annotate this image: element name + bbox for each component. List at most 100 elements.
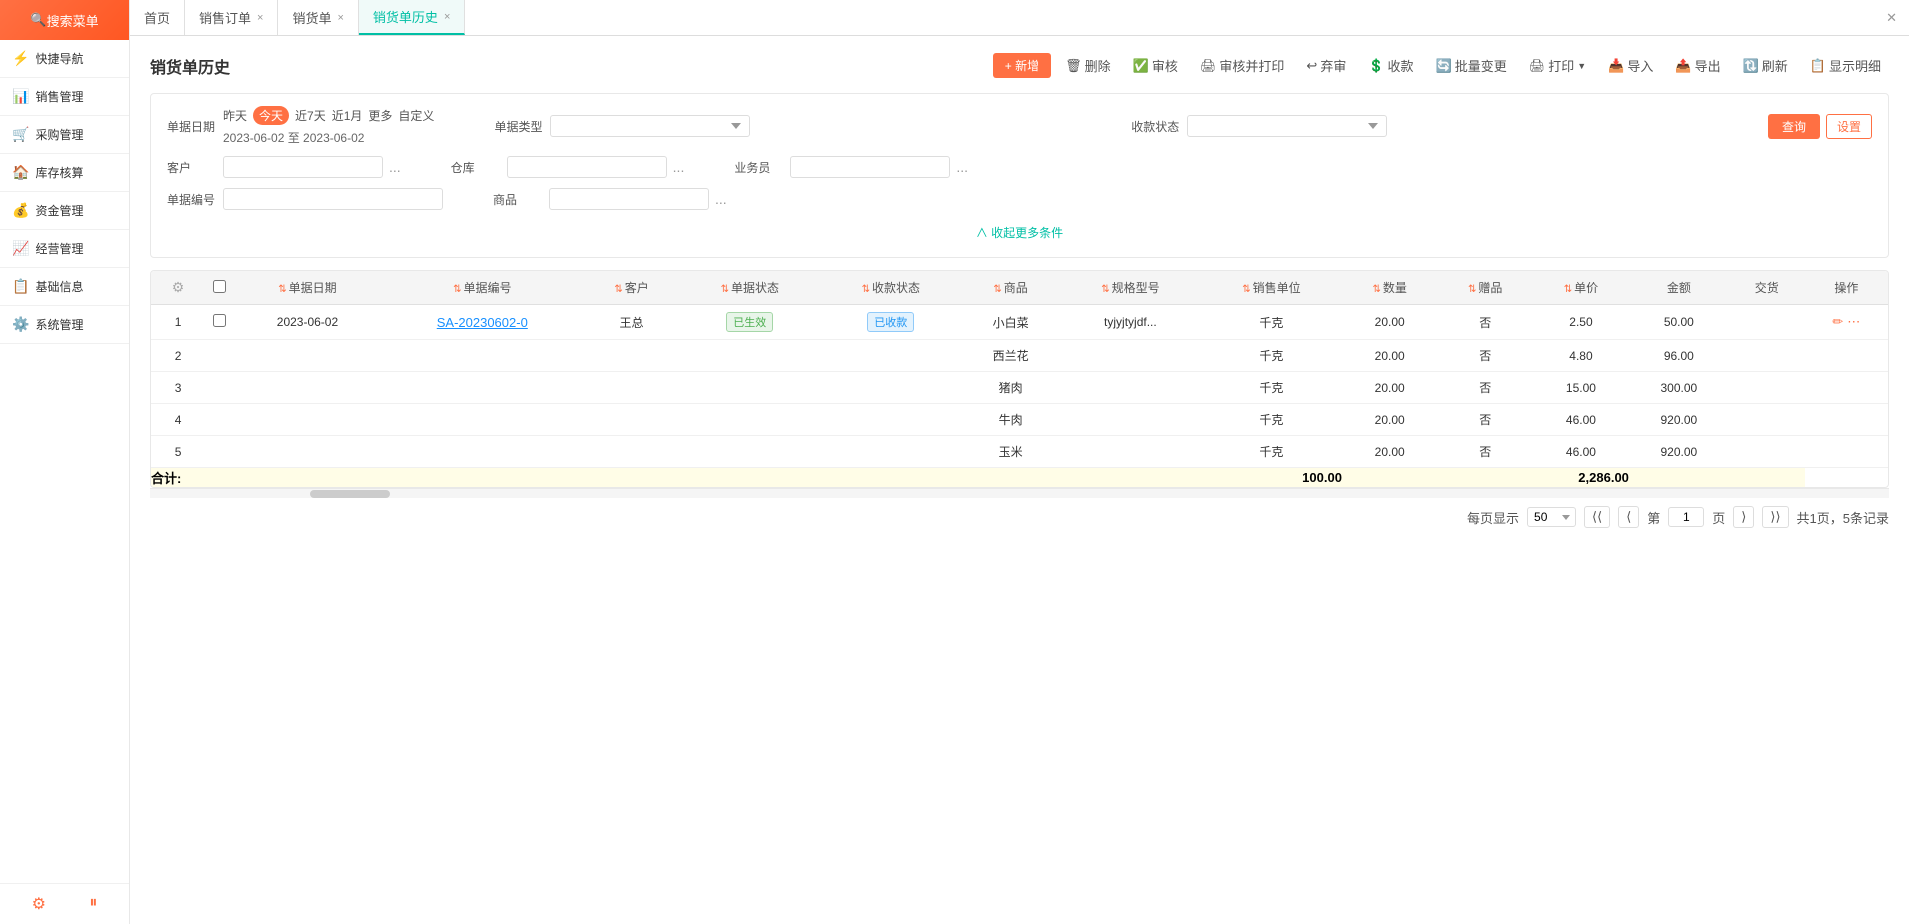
- settings-button[interactable]: 设置: [1826, 114, 1872, 139]
- select-all-checkbox[interactable]: [213, 280, 226, 293]
- abandon-icon: ↩: [1306, 58, 1317, 74]
- col-doc-no[interactable]: ⇅单据编号: [381, 271, 584, 305]
- page-label: 第: [1647, 508, 1660, 527]
- col-unit-price[interactable]: ⇅单价: [1533, 271, 1629, 305]
- shortcut-custom[interactable]: 自定义: [398, 107, 434, 124]
- tab-sales-history[interactable]: 销货单历史×: [359, 0, 465, 35]
- print-button[interactable]: 🖨 打印 ▼: [1521, 52, 1594, 79]
- summary-empty3: [1629, 468, 1805, 488]
- col-sales-unit[interactable]: ⇅销售单位: [1201, 271, 1342, 305]
- col-collect-status[interactable]: ⇅收款状态: [820, 271, 961, 305]
- td-spec-type: tyjyjtyjdf...: [1060, 305, 1201, 340]
- col-doc-status[interactable]: ⇅单据状态: [679, 271, 820, 305]
- tab-close-sales-history[interactable]: ×: [444, 11, 450, 23]
- filter-goods-label: 商品: [493, 191, 543, 208]
- more-row-btn[interactable]: ⋯: [1847, 314, 1860, 330]
- refresh-button[interactable]: 🔃 刷新: [1735, 52, 1796, 79]
- td-trade: [1729, 404, 1805, 436]
- td-actions: [1805, 340, 1888, 372]
- tab-home[interactable]: 首页: [130, 0, 185, 35]
- row-checkbox[interactable]: [213, 314, 226, 327]
- filter-goods-input[interactable]: [549, 188, 709, 210]
- sidebar-item-sys-mgmt[interactable]: ⚙️系统管理: [0, 306, 129, 344]
- table-row: 2 西兰花 千克 20.00 否 4.80 96.00: [151, 340, 1888, 372]
- tab-sales-goods[interactable]: 销货单×: [278, 0, 358, 35]
- shortcut-1month[interactable]: 近1月: [332, 107, 363, 124]
- td-settings: 1: [151, 305, 205, 340]
- sidebar-item-finance-mgmt[interactable]: 💰资金管理: [0, 192, 129, 230]
- delete-button[interactable]: 🗑 删除: [1057, 52, 1119, 79]
- new-button[interactable]: + 新增: [993, 53, 1051, 78]
- horizontal-scrollbar[interactable]: [150, 488, 1889, 498]
- prev-page-button[interactable]: ⟨: [1618, 506, 1639, 528]
- td-sales-unit: 千克: [1201, 372, 1342, 404]
- show-detail-button[interactable]: 📋 显示明细: [1802, 52, 1889, 79]
- tab-bar: 首页销售订单×销货单×销货单历史× ✕: [130, 0, 1909, 36]
- filter-collect-status-select[interactable]: [1187, 115, 1387, 137]
- audit-print-button[interactable]: 🖨 审核并打印: [1192, 52, 1293, 79]
- tab-close-sales-goods[interactable]: ×: [337, 12, 343, 24]
- export-button[interactable]: 📤 导出: [1667, 52, 1728, 79]
- summary-qty: 100.00: [234, 468, 1342, 488]
- td-spec-type: [1060, 436, 1201, 468]
- query-button[interactable]: 查询: [1768, 114, 1820, 139]
- filter-warehouse-input[interactable]: [507, 156, 667, 178]
- collect-button[interactable]: 💲 收款: [1360, 52, 1421, 79]
- sidebar-collapse-icon[interactable]: ⏸: [89, 894, 97, 914]
- shortcut-today[interactable]: 今天: [253, 106, 289, 125]
- scrollbar-thumb[interactable]: [310, 490, 390, 498]
- last-page-button[interactable]: ⟩⟩: [1762, 506, 1788, 528]
- batch-change-icon: 🔄: [1436, 58, 1452, 74]
- filter-salesperson-input[interactable]: [790, 156, 950, 178]
- warehouse-ellipsis[interactable]: ...: [673, 159, 685, 175]
- toolbar: + 新增 🗑 删除 ✅ 审核 🖨 审核并打印 ↩: [993, 52, 1889, 79]
- col-settings[interactable]: ⚙: [151, 271, 205, 305]
- page-size-select[interactable]: 50 100 200: [1527, 507, 1576, 527]
- col-doc-date[interactable]: ⇅单据日期: [234, 271, 381, 305]
- sidebar-item-purchase-mgmt[interactable]: 🛒采购管理: [0, 116, 129, 154]
- salesperson-ellipsis[interactable]: ...: [956, 159, 968, 175]
- collapse-button[interactable]: ∧ 收起更多条件: [167, 220, 1872, 245]
- td-customer: 王总: [584, 305, 680, 340]
- td-actions: ✏⋯: [1805, 305, 1888, 340]
- customer-ellipsis[interactable]: ...: [389, 159, 401, 175]
- col-spec-type[interactable]: ⇅规格型号: [1060, 271, 1201, 305]
- filter-row-3: 单据编号 商品 ...: [167, 188, 1872, 210]
- tab-sales-order[interactable]: 销售订单×: [185, 0, 278, 35]
- td-goods: 小白菜: [961, 305, 1060, 340]
- shortcut-more[interactable]: 更多: [368, 107, 392, 124]
- tabs-close-all[interactable]: ✕: [1886, 10, 1909, 26]
- sidebar-item-basic-info[interactable]: 📋基础信息: [0, 268, 129, 306]
- sidebar-item-sales-mgmt[interactable]: 📊销售管理: [0, 78, 129, 116]
- shortcut-7days[interactable]: 近7天: [295, 107, 326, 124]
- filter-customer-input[interactable]: [223, 156, 383, 178]
- col-goods[interactable]: ⇅商品: [961, 271, 1060, 305]
- sidebar-settings-icon[interactable]: ⚙: [32, 894, 46, 914]
- page-input[interactable]: [1668, 507, 1704, 527]
- shortcut-yesterday[interactable]: 昨天: [223, 107, 247, 124]
- col-customer[interactable]: ⇅客户: [584, 271, 680, 305]
- next-page-button[interactable]: ⟩: [1733, 506, 1754, 528]
- col-gift[interactable]: ⇅赠品: [1437, 271, 1533, 305]
- goods-ellipsis[interactable]: ...: [715, 191, 727, 207]
- sidebar-item-operations-mgmt[interactable]: 📈经营管理: [0, 230, 129, 268]
- tab-close-sales-order[interactable]: ×: [257, 12, 263, 24]
- td-collect-status: [820, 436, 961, 468]
- batch-change-button[interactable]: 🔄 批量变更: [1428, 52, 1515, 79]
- summary-empty2: [1437, 468, 1533, 488]
- filter-doc-no-input[interactable]: [223, 188, 443, 210]
- first-page-button[interactable]: ⟨⟨: [1584, 506, 1610, 528]
- sidebar-search[interactable]: 🔍 搜索菜单: [0, 0, 129, 40]
- abandon-button[interactable]: ↩ 弃审: [1298, 52, 1354, 79]
- sidebar-item-inventory-calc[interactable]: 🏠库存核算: [0, 154, 129, 192]
- filter-doc-type-select[interactable]: [550, 115, 750, 137]
- col-qty[interactable]: ⇅数量: [1342, 271, 1438, 305]
- audit-button[interactable]: ✅ 审核: [1125, 52, 1186, 79]
- edit-row-btn[interactable]: ✏: [1832, 314, 1843, 330]
- doc-no-link[interactable]: SA-20230602-0: [437, 315, 528, 330]
- td-unit-price: 4.80: [1533, 340, 1629, 372]
- sidebar-item-quick-nav[interactable]: ⚡快捷导航: [0, 40, 129, 78]
- import-button[interactable]: 📥 导入: [1600, 52, 1661, 79]
- settings-gear-icon[interactable]: ⚙: [172, 279, 185, 295]
- td-spec-type: [1060, 340, 1201, 372]
